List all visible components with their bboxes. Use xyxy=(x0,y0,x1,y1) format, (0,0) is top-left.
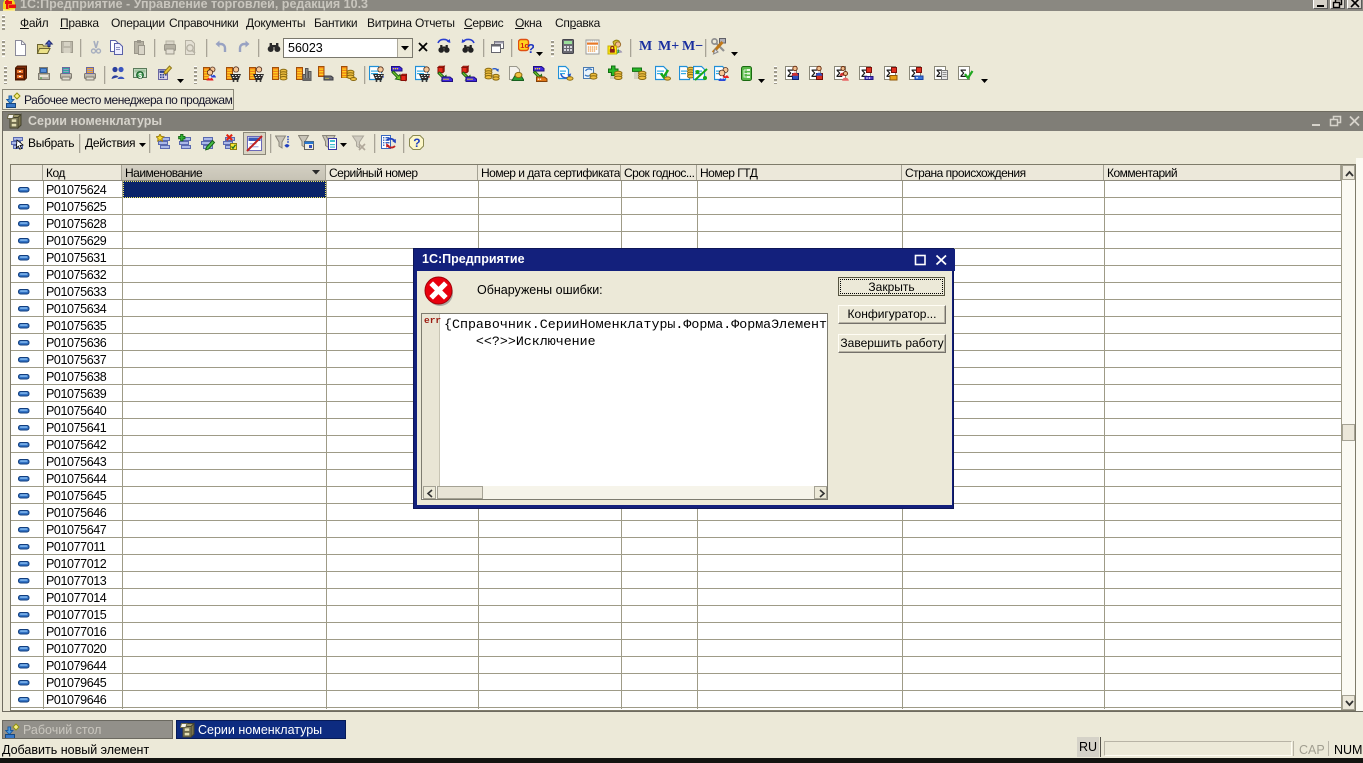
svg-text:?: ? xyxy=(527,41,534,56)
svg-text:$: $ xyxy=(138,73,142,80)
